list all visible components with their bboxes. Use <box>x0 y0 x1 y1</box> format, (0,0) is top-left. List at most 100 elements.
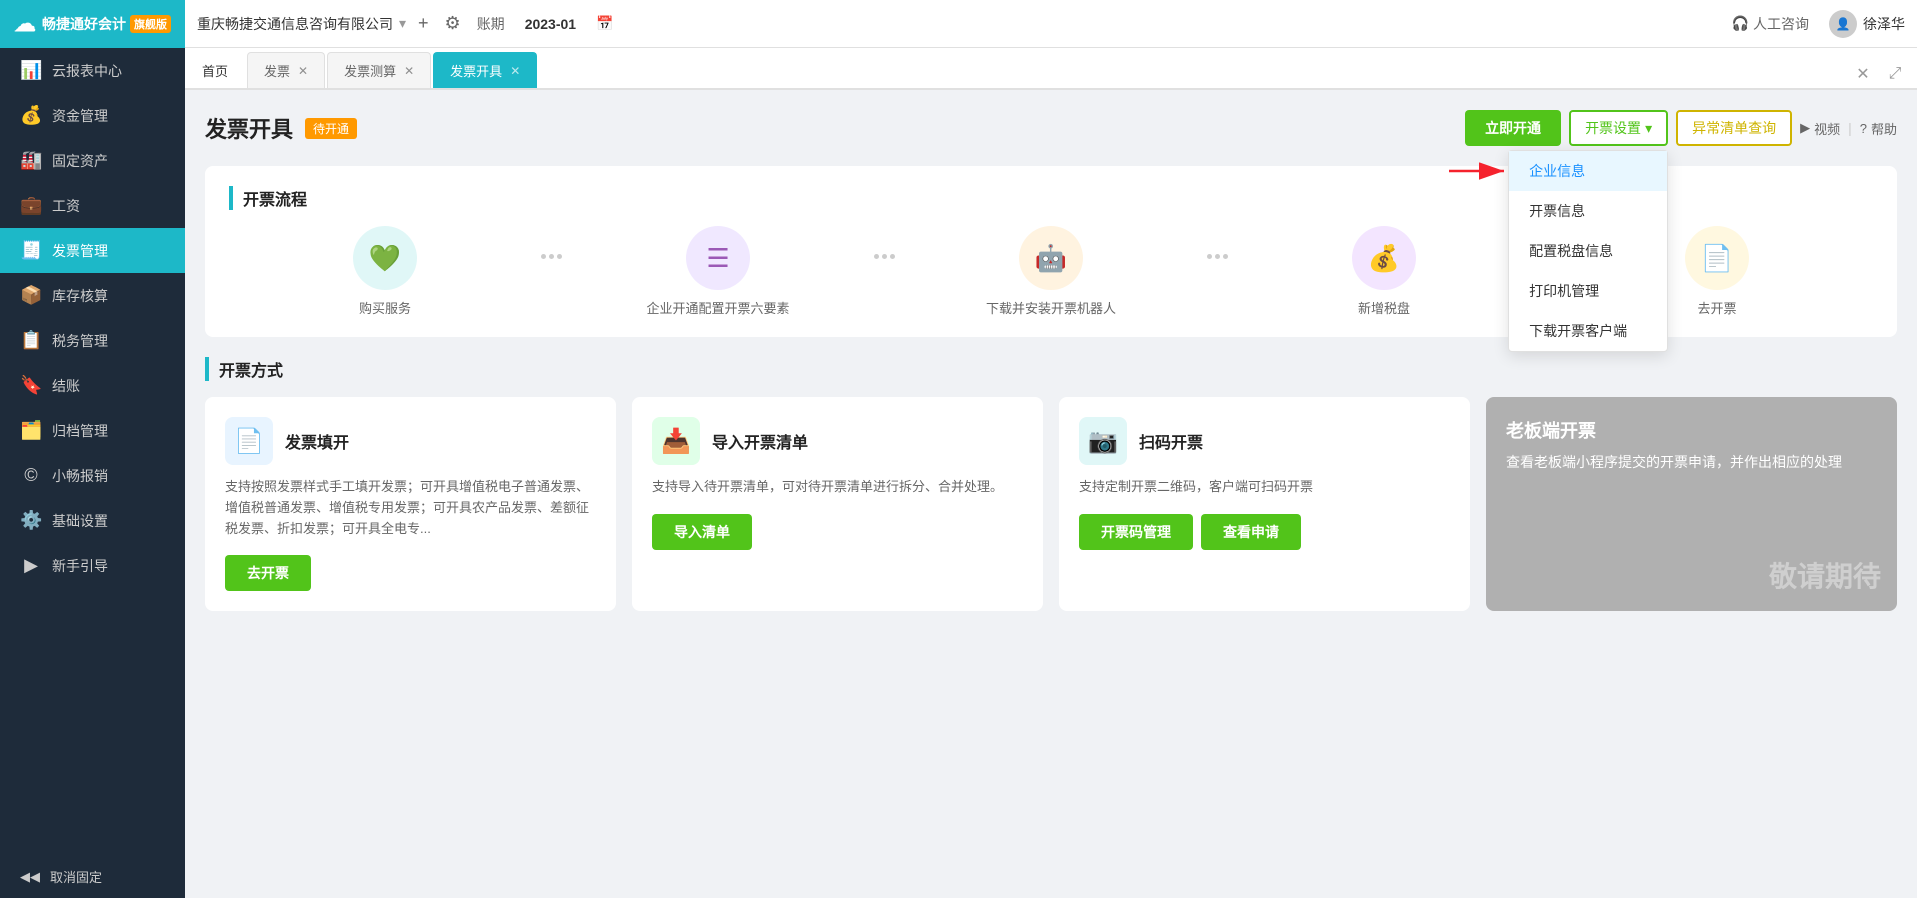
sidebar-label-xinshouyindao: 新手引导 <box>52 556 108 576</box>
tab-bar: 首页发票✕发票测算✕ 发票开具 ✕ ✕ ⤢ <box>185 48 1917 90</box>
top-right: 🎧 人工咨询 👤 徐泽华 <box>1732 10 1905 38</box>
card-header-fill: 📄 发票填开 <box>225 417 596 465</box>
logo-text: 畅捷通好会计 <box>42 14 126 34</box>
sidebar-label-shuiwu: 税务管理 <box>52 331 108 351</box>
card-actions-scan: 开票码管理查看申请 <box>1079 514 1450 550</box>
card-btn-fill[interactable]: 去开票 <box>225 555 311 591</box>
card-desc-fill: 支持按照发票样式手工填开发票；可开具增值税电子普通发票、增值税普通发票、增值税专… <box>225 477 596 539</box>
settings-label: 开票设置 <box>1585 118 1641 138</box>
sidebar-icon-zijin: 💰 <box>20 105 42 126</box>
boss-card-title: 老板端开票 <box>1506 417 1877 443</box>
sidebar-item-fapiao[interactable]: 🧾发票管理 <box>0 228 185 273</box>
calendar-icon[interactable]: 📅 <box>596 15 613 32</box>
tab-发票测算[interactable]: 发票测算✕ <box>327 52 431 88</box>
logo-area: ☁ 畅捷通好会计 旗舰版 <box>0 0 185 48</box>
sidebar-bottom: ◀◀ 取消固定 <box>0 855 185 898</box>
avatar: 👤 <box>1829 10 1857 38</box>
activate-button[interactable]: 立即开通 <box>1465 110 1561 146</box>
sidebar-label-yunbao: 云报表中心 <box>52 61 122 81</box>
flow-connector-1 <box>541 254 562 289</box>
flow-step-label-3: 新增税盘 <box>1358 298 1410 317</box>
card-desc-import: 支持导入待开票清单，可对待开票清单进行拆分、合并处理。 <box>652 477 1023 498</box>
sidebar-cancel-label: 取消固定 <box>50 867 102 886</box>
close-window-button[interactable]: ✕ <box>1849 60 1877 88</box>
card-btn-import[interactable]: 导入清单 <box>652 514 752 550</box>
tab-close-button[interactable]: ✕ <box>404 64 414 78</box>
card-actions-import: 导入清单 <box>652 514 1023 550</box>
video-icon: ▶ <box>1800 120 1810 136</box>
sidebar-item-cancel[interactable]: ◀◀ 取消固定 <box>0 855 185 898</box>
sidebar-item-gudingzichan[interactable]: 🏭固定资产 <box>0 138 185 183</box>
tab-label: 发票开具 <box>450 61 502 80</box>
dropdown-item-company_info[interactable]: 企业信息 <box>1509 151 1667 191</box>
sidebar-label-guidang: 归档管理 <box>52 421 108 441</box>
sidebar-label-xiaochang: 小畅报销 <box>52 466 108 486</box>
logo-badge: 旗舰版 <box>130 15 171 33</box>
dropdown-item-printer[interactable]: 打印机管理 <box>1509 271 1667 311</box>
flow-step-label-2: 下载并安装开票机器人 <box>986 298 1116 317</box>
cancel-icon: ◀◀ <box>20 869 40 885</box>
card-icon-import: 📥 <box>652 417 700 465</box>
service-button[interactable]: 🎧 人工咨询 <box>1732 14 1809 34</box>
sidebar-item-yunbao[interactable]: 📊云报表中心 <box>0 48 185 93</box>
sidebar-icon-kucun: 📦 <box>20 285 42 306</box>
sidebar-label-kucun: 库存核算 <box>52 286 108 306</box>
invoice-settings-button[interactable]: 开票设置 ▾ <box>1569 110 1668 146</box>
sidebar-icon-jiezhang: 🔖 <box>20 375 42 396</box>
sidebar-label-gongzi: 工资 <box>52 196 80 216</box>
tab-close-button[interactable]: ✕ <box>298 64 308 78</box>
sidebar-item-zijin[interactable]: 💰资金管理 <box>0 93 185 138</box>
tab-发票[interactable]: 发票✕ <box>247 52 325 88</box>
tab-发票开具[interactable]: 发票开具 ✕ <box>433 52 537 88</box>
method-cards: 📄 发票填开 支持按照发票样式手工填开发票；可开具增值税电子普通发票、增值税普通… <box>205 397 1897 611</box>
sidebar-item-gongzi[interactable]: 💼工资 <box>0 183 185 228</box>
video-label: 视频 <box>1814 119 1840 138</box>
maximize-window-button[interactable]: ⤢ <box>1881 60 1909 88</box>
sidebar-item-guidang[interactable]: 🗂️归档管理 <box>0 408 185 453</box>
user-info[interactable]: 👤 徐泽华 <box>1829 10 1905 38</box>
flow-step-label-1: 企业开通配置开票六要素 <box>646 298 789 317</box>
dropdown-item-invoice_info[interactable]: 开票信息 <box>1509 191 1667 231</box>
sidebar-item-xiaochang[interactable]: ©小畅报销 <box>0 453 185 498</box>
flow-step-label-4: 去开票 <box>1697 298 1736 317</box>
flow-step-3: 💰 新增税盘 <box>1228 226 1540 317</box>
sidebar-label-gudingzichan: 固定资产 <box>52 151 108 171</box>
flow-connector-2 <box>874 254 895 289</box>
flow-step-label-0: 购买服务 <box>359 298 411 317</box>
company-selector[interactable]: 重庆畅捷交通信息咨询有限公司 ▾ <box>197 14 406 34</box>
card-btn-scan[interactable]: 开票码管理 <box>1079 514 1193 550</box>
flow-step-0: 💚购买服务 <box>229 226 541 317</box>
video-button[interactable]: ▶ 视频 <box>1800 119 1840 138</box>
card-icon-scan: 📷 <box>1079 417 1127 465</box>
sidebar: 📊云报表中心💰资金管理🏭固定资产💼工资🧾发票管理 📦 库存核算 📋税务管理🔖结账🗂️归… <box>0 48 185 898</box>
sidebar-item-kucun[interactable]: 📦 库存核算 <box>0 273 185 318</box>
settings-icon[interactable]: ⚙ <box>445 13 461 34</box>
tab-close-button[interactable]: ✕ <box>510 64 520 78</box>
dropdown-item-download_client[interactable]: 下载开票客户端 <box>1509 311 1667 351</box>
method-section: 开票方式 📄 发票填开 支持按照发票样式手工填开发票；可开具增值税电子普通发票、… <box>205 357 1897 611</box>
card-icon-fill: 📄 <box>225 417 273 465</box>
help-button[interactable]: ? 帮助 <box>1860 119 1897 138</box>
boss-card-overlay: 敬请期待 <box>1769 555 1881 595</box>
dropdown-item-tax_disk[interactable]: 配置税盘信息 <box>1509 231 1667 271</box>
sidebar-item-shuiwu[interactable]: 📋税务管理 <box>0 318 185 363</box>
add-tab-button[interactable]: + <box>418 13 429 34</box>
abnormal-list-button[interactable]: 异常清单查询 <box>1676 110 1792 146</box>
boss-card-desc: 查看老板端小程序提交的开票申请，并作出相应的处理 <box>1506 451 1877 473</box>
sidebar-item-jiezhang[interactable]: 🔖结账 <box>0 363 185 408</box>
company-name: 重庆畅捷交通信息咨询有限公司 <box>197 14 393 34</box>
header-actions: 立即开通 开票设置 ▾ <box>1465 110 1897 146</box>
sidebar-item-jichushezhi[interactable]: ⚙️基础设置 <box>0 498 185 543</box>
top-bar-actions: + ⚙ 账期 2023-01 📅 <box>418 13 613 34</box>
card-btn2-scan[interactable]: 查看申请 <box>1201 514 1301 550</box>
flow-step-icon-3: 💰 <box>1352 226 1416 290</box>
tab-首页[interactable]: 首页 <box>185 52 245 88</box>
sidebar-label-jichushezhi: 基础设置 <box>52 511 108 531</box>
method-section-title: 开票方式 <box>205 357 1897 381</box>
page-title: 发票开具 <box>205 112 293 144</box>
sidebar-icon-fapiao: 🧾 <box>20 240 42 261</box>
flow-step-icon-1: ☰ <box>686 226 750 290</box>
sidebar-item-xinshouyindao[interactable]: ▶新手引导 <box>0 543 185 588</box>
top-bar: ☁ 畅捷通好会计 旗舰版 重庆畅捷交通信息咨询有限公司 ▾ + ⚙ 账期 202… <box>0 0 1917 48</box>
card-header-scan: 📷 扫码开票 <box>1079 417 1450 465</box>
